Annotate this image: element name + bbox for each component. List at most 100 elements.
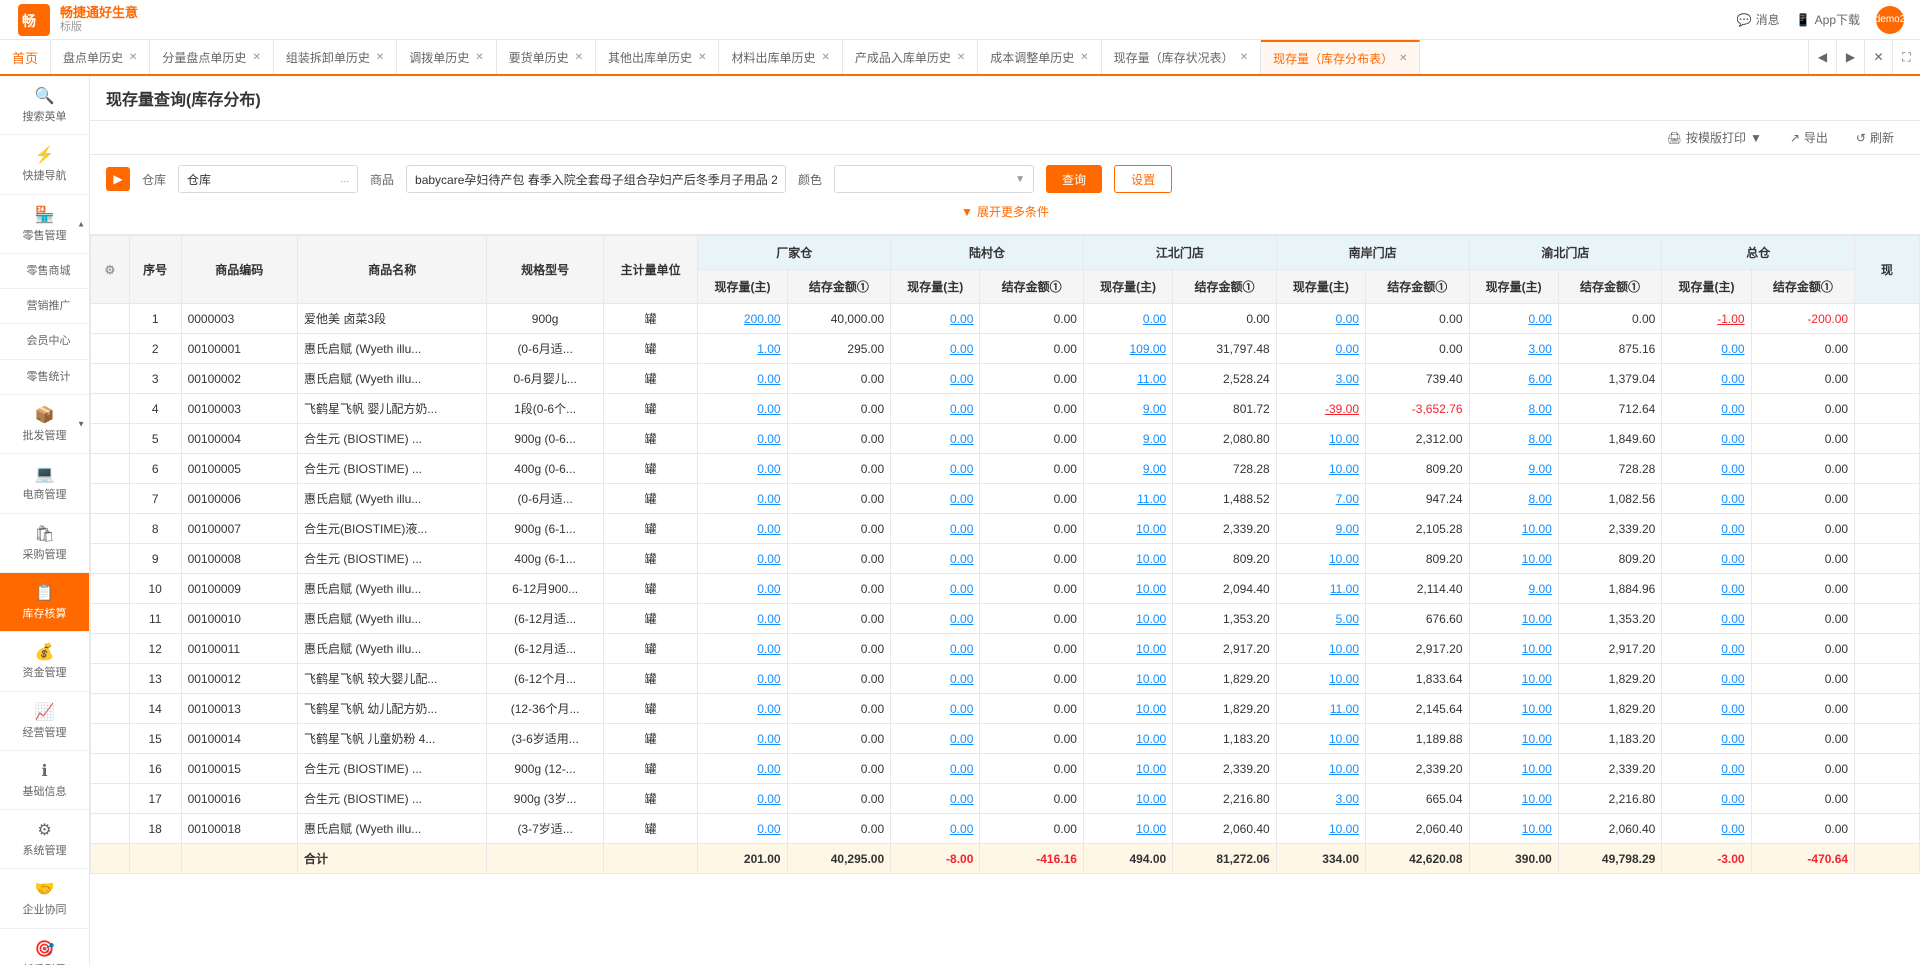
sidebar-item-purchase[interactable]: 🛍 采购管理 xyxy=(0,514,89,573)
tab-close-other-out[interactable]: ✕ xyxy=(698,52,706,63)
cell-nanan-stock: 10.00 xyxy=(1276,814,1365,844)
cell-lucun-stock: 0.00 xyxy=(891,544,980,574)
cell-jiangbei-amount: 1,183.20 xyxy=(1173,724,1277,754)
color-select[interactable]: ▼ xyxy=(834,165,1034,193)
tab-material-out[interactable]: 材料出库单历史 ✕ xyxy=(719,40,842,74)
tab-inventory-count[interactable]: 盘点单历史 ✕ xyxy=(51,40,150,74)
print-btn[interactable]: 🖨 按模版打印 ▼ xyxy=(1657,125,1772,150)
tab-close-inventory-count[interactable]: ✕ xyxy=(129,52,137,63)
export-btn[interactable]: ↗ 导出 xyxy=(1780,125,1838,150)
cell-nanan-amount: 0.00 xyxy=(1366,304,1470,334)
cell-yubei-amount: 1,082.56 xyxy=(1558,484,1662,514)
tab-other-out[interactable]: 其他出库单历史 ✕ xyxy=(596,40,719,74)
sidebar-item-search[interactable]: 🔍 搜索英单 xyxy=(0,76,89,135)
cell-current xyxy=(1855,304,1920,334)
tab-close-all-btn[interactable]: ✕ xyxy=(1864,40,1892,75)
cell-lucun-amount: 0.00 xyxy=(980,424,1084,454)
tab-close-stock-dist[interactable]: ✕ xyxy=(1399,53,1407,64)
cell-nanan-amount: 809.20 xyxy=(1366,544,1470,574)
tab-close-stock-status[interactable]: ✕ xyxy=(1240,52,1248,63)
tab-next-btn[interactable]: ▶ xyxy=(1836,40,1864,75)
cell-current xyxy=(1855,634,1920,664)
sidebar-item-newbie[interactable]: 🎯 新手引导 xyxy=(0,929,89,965)
refresh-btn[interactable]: ↺ 刷新 xyxy=(1846,125,1904,150)
goods-input[interactable] xyxy=(406,165,786,193)
cell-total-amount: 0.00 xyxy=(1751,484,1855,514)
table-row: 1 0000003 爱他美 卤菜3段 900g 罐 200.00 40,000.… xyxy=(91,304,1920,334)
tab-stock-dist[interactable]: 现存量（库存分布表） ✕ xyxy=(1261,40,1420,74)
sidebar-item-retail-manage[interactable]: 🏪 零售管理 ▲ xyxy=(0,195,89,254)
sidebar-item-system[interactable]: ⚙ 系统管理 xyxy=(0,810,89,869)
sidebar-item-marketing[interactable]: 营销推广 xyxy=(0,289,89,324)
tab-stock-status[interactable]: 现存量（库存状况表） ✕ xyxy=(1102,40,1261,74)
sidebar-item-quick-nav[interactable]: ⚡ 快捷导航 xyxy=(0,135,89,194)
cell-current xyxy=(1855,814,1920,844)
cell-code: 00100007 xyxy=(181,514,297,544)
settings-btn[interactable]: 设置 xyxy=(1114,165,1172,193)
tab-cost-adjust[interactable]: 成本调整单历史 ✕ xyxy=(978,40,1101,74)
cell-jiangbei-amount: 2,094.40 xyxy=(1173,574,1277,604)
cell-code: 00100002 xyxy=(181,364,297,394)
sidebar-item-enterprise[interactable]: 🤝 企业协同 xyxy=(0,869,89,928)
cell-yubei-amount: 712.64 xyxy=(1558,394,1662,424)
messages-btn[interactable]: 💬 消息 xyxy=(1737,11,1780,28)
cell-total-amount: 0.00 xyxy=(1751,394,1855,424)
cell-lucun-stock: 0.00 xyxy=(891,424,980,454)
filter-collapse-btn[interactable]: ▶ xyxy=(106,167,130,191)
sidebar-item-operation[interactable]: 📈 经营管理 xyxy=(0,692,89,751)
sidebar-item-retail-store[interactable]: 零售商城 xyxy=(0,254,89,289)
tab-product-in[interactable]: 产成品入库单历史 ✕ xyxy=(843,40,978,74)
cell-yubei-amount: 2,216.80 xyxy=(1558,784,1662,814)
sidebar-item-ecommerce[interactable]: 💻 电商管理 xyxy=(0,454,89,513)
table-container: ⚙ 序号 商品编码 商品名称 规格型号 主计量单位 厂家仓 陆村仓 江北门店 南… xyxy=(90,235,1920,965)
user-avatar-btn[interactable]: demo2 xyxy=(1876,6,1904,34)
tab-close-assembly[interactable]: ✕ xyxy=(376,52,384,63)
cell-nanan-stock: 0.00 xyxy=(1276,304,1365,334)
cell-total-stock: 0.00 xyxy=(1662,364,1751,394)
inventory-icon: 📋 xyxy=(35,583,55,603)
cell-no: 6 xyxy=(129,454,181,484)
column-settings-icon[interactable]: ⚙ xyxy=(105,263,116,277)
tab-expand-btn[interactable]: ⛶ xyxy=(1892,40,1920,75)
sidebar-item-basic[interactable]: ℹ 基础信息 xyxy=(0,751,89,810)
tab-assembly[interactable]: 组装拆卸单历史 ✕ xyxy=(274,40,397,74)
cell-total-stock: 0.00 xyxy=(1662,484,1751,514)
th-yubei-stock: 现存量(主) xyxy=(1469,270,1558,304)
tab-home[interactable]: 首页 xyxy=(0,40,51,74)
tab-close-cost-adjust[interactable]: ✕ xyxy=(1080,52,1088,63)
cell-total-stock: 0.00 xyxy=(1662,334,1751,364)
cell-lucun-stock: 0.00 xyxy=(891,814,980,844)
tab-close-requisition[interactable]: ✕ xyxy=(575,52,583,63)
tab-requisition[interactable]: 要货单历史 ✕ xyxy=(497,40,596,74)
cell-factory-amount: 295.00 xyxy=(787,334,891,364)
cell-name: 合生元 (BIOSTIME) ... xyxy=(298,424,487,454)
cell-current xyxy=(1855,694,1920,724)
tab-sub-inventory-count[interactable]: 分量盘点单历史 ✕ xyxy=(150,40,273,74)
cell-nanan-amount: 0.00 xyxy=(1366,334,1470,364)
cell-nanan-amount: 2,339.20 xyxy=(1366,754,1470,784)
cell-yubei-amount: 1,183.20 xyxy=(1558,724,1662,754)
sidebar-item-wholesale[interactable]: 📦 批发管理 ▼ xyxy=(0,395,89,454)
query-btn[interactable]: 查询 xyxy=(1046,165,1102,193)
tab-allocation[interactable]: 调拨单历史 ✕ xyxy=(397,40,496,74)
th-lucun-amount: 结存金额① xyxy=(980,270,1084,304)
sidebar-item-retail-stats[interactable]: 零售统计 xyxy=(0,360,89,395)
expand-conditions-btn[interactable]: ▼ 展开更多条件 xyxy=(961,203,1049,220)
cell-factory-amount: 0.00 xyxy=(787,484,891,514)
sidebar-item-inventory[interactable]: 📋 库存核算 xyxy=(0,573,89,632)
cell-factory-amount: 0.00 xyxy=(787,364,891,394)
tab-prev-btn[interactable]: ◀ xyxy=(1808,40,1836,75)
warehouse-select[interactable]: 仓库 ... xyxy=(178,165,358,193)
tab-close-allocation[interactable]: ✕ xyxy=(475,52,483,63)
cell-factory-stock: 0.00 xyxy=(698,664,787,694)
tab-close-material-out[interactable]: ✕ xyxy=(821,52,829,63)
th-settings[interactable]: ⚙ xyxy=(91,236,130,304)
sidebar-item-member[interactable]: 会员中心 xyxy=(0,324,89,359)
tab-close-product-in[interactable]: ✕ xyxy=(957,52,965,63)
sidebar-item-finance[interactable]: 💰 资金管理 xyxy=(0,632,89,691)
tab-close-sub-inventory-count[interactable]: ✕ xyxy=(252,52,260,63)
th-total-stock: 现存量(主) xyxy=(1662,270,1751,304)
cell-unit: 罐 xyxy=(603,604,697,634)
app-download-btn[interactable]: 📱 App下载 xyxy=(1796,11,1860,28)
cell-jiangbei-stock: 11.00 xyxy=(1083,484,1172,514)
